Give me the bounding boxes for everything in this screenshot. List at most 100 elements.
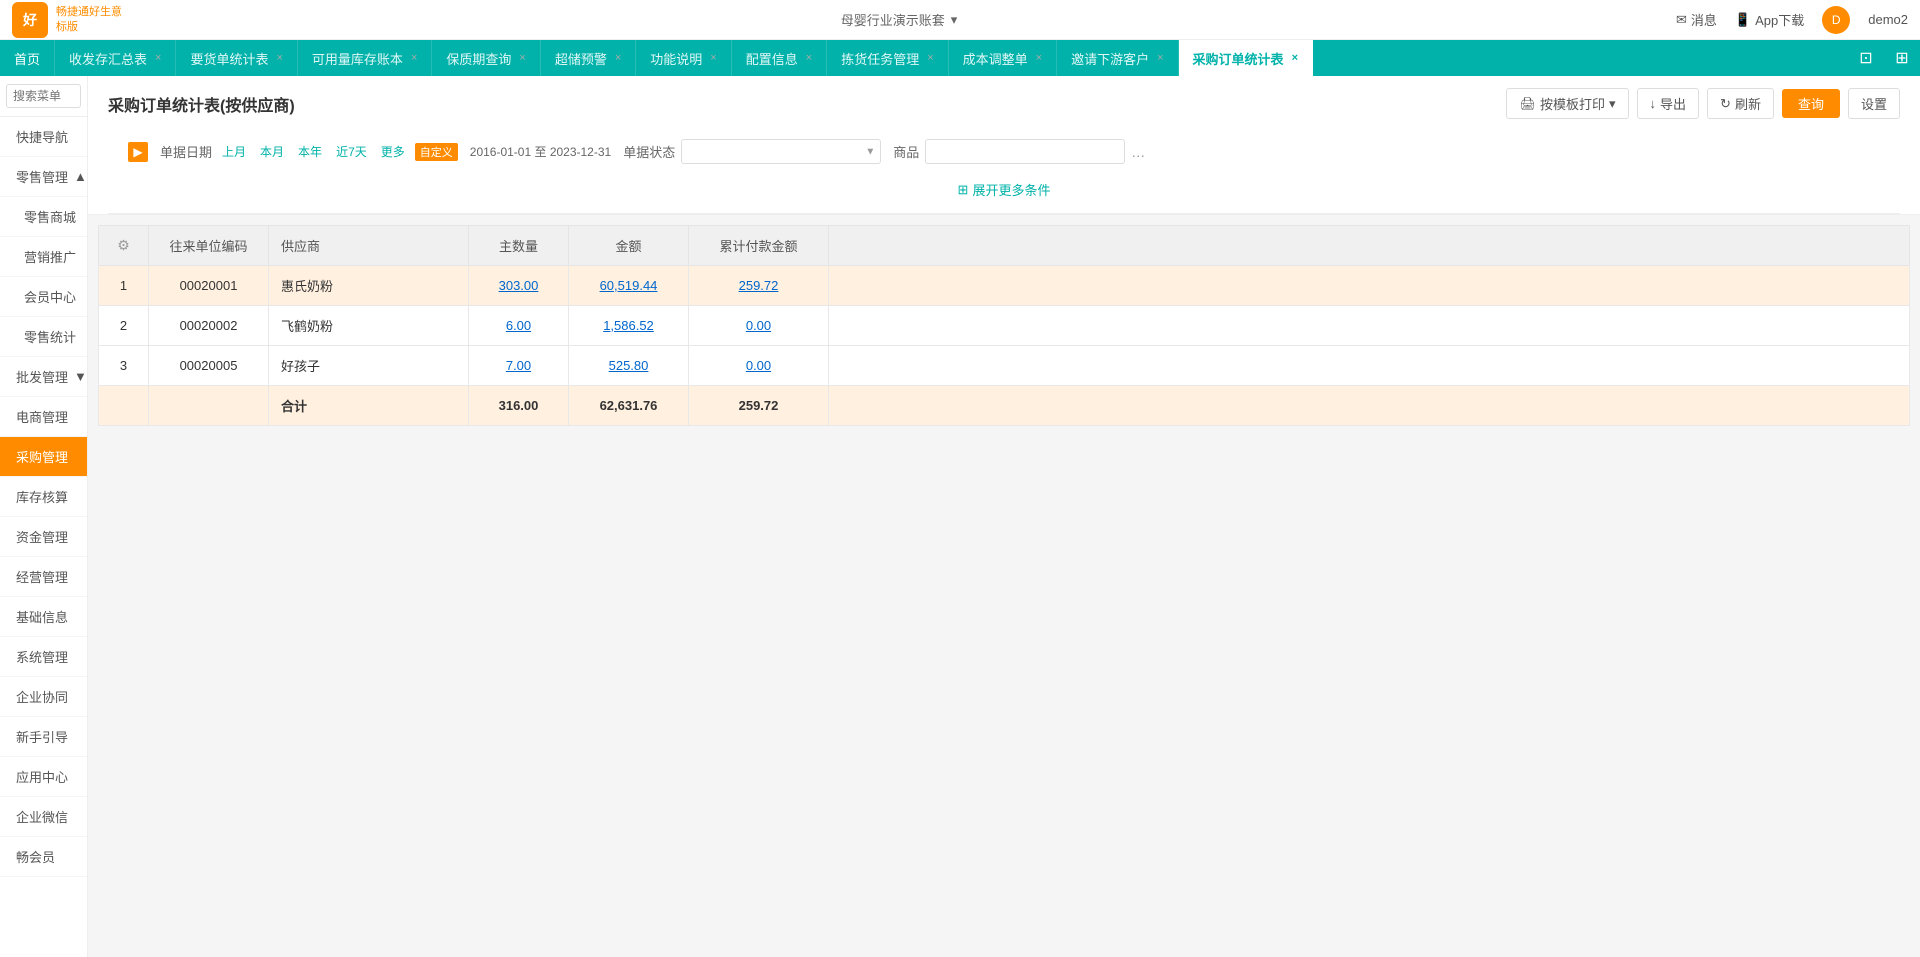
sidebar-item-ops-mgmt[interactable]: 经营管理: [0, 557, 87, 597]
avatar[interactable]: D: [1822, 6, 1850, 34]
header-actions: 🖨 按模板打印 ▾ ↓ 导出 ↻ 刷新 查询 设置: [1506, 88, 1900, 119]
sidebar-item-stock-check[interactable]: 库存核算: [0, 477, 87, 517]
sidebar-item-corp-collab[interactable]: 企业协同: [0, 677, 87, 717]
close-overstock[interactable]: ×: [615, 52, 621, 64]
tab-maximize-button[interactable]: ⊞: [1884, 40, 1920, 76]
close-cost-adjust[interactable]: ×: [1036, 52, 1042, 64]
status-label: 单据状态: [623, 142, 675, 161]
tab-restore-button[interactable]: ⊡: [1848, 40, 1884, 76]
tab-function-desc[interactable]: 功能说明 ×: [636, 40, 731, 76]
top-bar-right: ✉ 消息 📱 App下载 D demo2: [1676, 6, 1908, 34]
date-range: 2016-01-01 至 2023-12-31: [470, 143, 611, 160]
sidebar-item-wholesale-mgmt[interactable]: 批发管理 ▼: [0, 357, 87, 397]
tab-invite-downstream[interactable]: 邀请下游客户 ×: [1057, 40, 1178, 76]
qty-link[interactable]: 7.00: [506, 358, 531, 373]
user-name[interactable]: demo2: [1868, 12, 1908, 27]
date-filter: 单据日期 上月 本月 本年 近7天 更多 自定义: [160, 141, 458, 162]
query-button[interactable]: 查询: [1782, 89, 1840, 118]
sidebar-item-marketing[interactable]: 营销推广: [0, 237, 87, 277]
settings-icon[interactable]: ⚙: [117, 237, 130, 253]
tab-home[interactable]: 首页: [0, 40, 55, 76]
close-order-summary[interactable]: ×: [276, 52, 282, 64]
sidebar-item-new-guide[interactable]: 新手引导: [0, 717, 87, 757]
sidebar-item-basic-info[interactable]: 基础信息: [0, 597, 87, 637]
filter-toggle-button[interactable]: ▶: [128, 142, 148, 162]
table-row: 1 00020001 惠氏奶粉 303.00 60,519.44 259.72: [99, 266, 1910, 306]
sidebar-item-member-center[interactable]: 会员中心: [0, 277, 87, 317]
amount-link[interactable]: 1,586.52: [603, 318, 654, 333]
sidebar-item-app-center[interactable]: 应用中心: [0, 757, 87, 797]
workspace-label: 母婴行业演示账套 ▾: [841, 10, 958, 29]
th-settings: ⚙: [99, 226, 149, 266]
goods-more-icon[interactable]: …: [1131, 144, 1145, 160]
logo-icon: 好: [12, 2, 48, 38]
date-shortcut-last-month[interactable]: 上月: [218, 141, 250, 162]
messages-button[interactable]: ✉ 消息: [1676, 10, 1717, 29]
sidebar-item-retail-store[interactable]: 零售商城: [0, 197, 87, 237]
export-button[interactable]: ↓ 导出: [1637, 88, 1700, 119]
tab-receive-summary[interactable]: 收发存汇总表 ×: [55, 40, 176, 76]
date-shortcut-7days[interactable]: 近7天: [332, 141, 371, 162]
tab-overstock[interactable]: 超储预警 ×: [541, 40, 636, 76]
cell-index: 1: [99, 266, 149, 306]
tab-window-controls: ⊡ ⊞: [1848, 40, 1920, 76]
sidebar-item-purchase-mgmt[interactable]: 采购管理: [0, 437, 87, 477]
refresh-button[interactable]: ↻ 刷新: [1707, 88, 1774, 119]
search-menu-input[interactable]: [6, 84, 81, 108]
chevron-down-icon: ▾: [951, 12, 958, 28]
close-function-desc[interactable]: ×: [710, 52, 716, 64]
paid-link[interactable]: 0.00: [746, 318, 771, 333]
amount-link[interactable]: 525.80: [609, 358, 649, 373]
sidebar-item-finance-mgmt[interactable]: 资金管理: [0, 517, 87, 557]
close-config-info[interactable]: ×: [806, 52, 812, 64]
close-invite-downstream[interactable]: ×: [1157, 52, 1163, 64]
close-available-stock[interactable]: ×: [411, 52, 417, 64]
sidebar-item-quick-nav[interactable]: 快捷导航: [0, 117, 87, 157]
sidebar-item-retail-stats[interactable]: 零售统计: [0, 317, 87, 357]
print-button[interactable]: 🖨 按模板打印 ▾: [1506, 88, 1628, 119]
settings-button[interactable]: 设置: [1848, 88, 1900, 119]
close-receive-summary[interactable]: ×: [155, 52, 161, 64]
close-expiry-query[interactable]: ×: [519, 52, 525, 64]
cell-amount: 1,586.52: [569, 306, 689, 346]
sidebar-item-ecom-mgmt[interactable]: 电商管理: [0, 397, 87, 437]
app-download-button[interactable]: 📱 App下载: [1735, 10, 1804, 29]
goods-filter: 商品 …: [893, 139, 1145, 164]
close-purchase-summary[interactable]: ×: [1292, 52, 1298, 64]
expand-filter-button[interactable]: ⊞ 展开更多条件: [958, 180, 1051, 199]
qty-link[interactable]: 303.00: [499, 278, 539, 293]
status-select[interactable]: [681, 139, 881, 164]
goods-input[interactable]: [925, 139, 1125, 164]
sidebar-item-corp-wechat[interactable]: 企业微信: [0, 797, 87, 837]
sidebar-item-vip-member[interactable]: 畅会员: [0, 837, 87, 877]
cell-paid: 0.00: [689, 306, 829, 346]
tab-expiry-query[interactable]: 保质期查询 ×: [432, 40, 540, 76]
date-shortcut-this-year[interactable]: 本年: [294, 141, 326, 162]
paid-link[interactable]: 259.72: [739, 278, 779, 293]
footer-qty: 316.00: [469, 386, 569, 426]
amount-link[interactable]: 60,519.44: [600, 278, 658, 293]
cell-supplier: 惠氏奶粉: [269, 266, 469, 306]
tab-config-info[interactable]: 配置信息 ×: [732, 40, 827, 76]
date-shortcut-more[interactable]: 更多: [377, 141, 409, 162]
tab-pick-task[interactable]: 拣货任务管理 ×: [827, 40, 948, 76]
logo-area: 好 畅捷通好生意 标版: [12, 2, 122, 38]
export-icon: ↓: [1650, 96, 1657, 111]
paid-link[interactable]: 0.00: [746, 358, 771, 373]
sidebar-item-retail-mgmt[interactable]: 零售管理 ▲: [0, 157, 87, 197]
tab-order-summary[interactable]: 要货单统计表 ×: [176, 40, 297, 76]
date-shortcut-this-month[interactable]: 本月: [256, 141, 288, 162]
tab-available-stock[interactable]: 可用量库存账本 ×: [298, 40, 432, 76]
footer-row: 合计 316.00 62,631.76 259.72: [99, 386, 1910, 426]
sidebar-item-sys-mgmt[interactable]: 系统管理: [0, 637, 87, 677]
tab-cost-adjust[interactable]: 成本调整单 ×: [949, 40, 1057, 76]
main-content: 采购订单统计表(按供应商) 🖨 按模板打印 ▾ ↓ 导出 ↻ 刷新: [88, 76, 1920, 957]
cell-empty: [829, 346, 1910, 386]
th-paid: 累计付款金额: [689, 226, 829, 266]
cell-paid: 0.00: [689, 346, 829, 386]
qty-link[interactable]: 6.00: [506, 318, 531, 333]
refresh-icon: ↻: [1720, 96, 1731, 112]
tab-purchase-summary[interactable]: 采购订单统计表 ×: [1179, 40, 1313, 76]
cell-index: 3: [99, 346, 149, 386]
close-pick-task[interactable]: ×: [927, 52, 933, 64]
